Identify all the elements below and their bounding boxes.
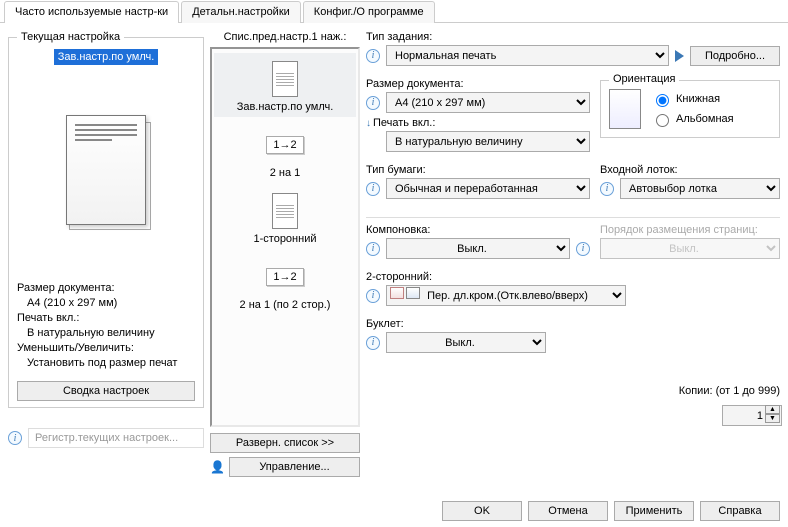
- info-icon[interactable]: i: [366, 289, 380, 303]
- info-printon-label: Печать вкл.:: [17, 311, 195, 326]
- tab-config[interactable]: Конфиг./О программе: [303, 1, 435, 23]
- preset-item-label: 2 на 1: [214, 167, 356, 179]
- paper-type-label: Тип бумаги:: [366, 164, 590, 176]
- orientation-preview-icon: [609, 89, 641, 129]
- info-icon[interactable]: i: [576, 242, 590, 256]
- preset-item-default[interactable]: Зав.настр.по умлч.: [214, 53, 356, 117]
- current-setting-legend: Текущая настройка: [17, 31, 124, 43]
- input-tray-select[interactable]: Автовыбор лотка: [620, 178, 780, 199]
- details-button[interactable]: Подробно...: [690, 46, 780, 66]
- info-scale-label: Уменьшить/Увеличить:: [17, 341, 195, 356]
- info-printon-value: В натуральную величину: [17, 326, 195, 341]
- settings-summary-button[interactable]: Сводка настроек: [17, 381, 195, 401]
- paper-type-select[interactable]: Обычная и переработанная: [386, 178, 590, 199]
- preset-list[interactable]: Зав.настр.по умлч. 1→2 2 на 1 1-сторонни…: [210, 47, 360, 427]
- ok-button[interactable]: OK: [442, 501, 522, 521]
- preset-list-title: Спис.пред.настр.1 наж.:: [210, 31, 360, 43]
- expand-list-button[interactable]: Разверн. список >>: [210, 433, 360, 453]
- info-icon[interactable]: i: [600, 182, 614, 196]
- job-type-label: Тип задания:: [366, 31, 780, 43]
- tab-frequent[interactable]: Часто используемые настр-ки: [4, 1, 179, 23]
- preset-item-2on1[interactable]: 1→2 2 на 1: [214, 119, 356, 183]
- page-order-select: Выкл.: [600, 238, 780, 259]
- info-docsize-label: Размер документа:: [17, 281, 195, 296]
- booklet-select[interactable]: Выкл.: [386, 332, 546, 353]
- page-preview: [17, 65, 195, 275]
- current-setting-group: Текущая настройка Зав.настр.по умлч. Раз…: [8, 31, 204, 408]
- print-on-select[interactable]: В натуральную величину: [386, 131, 590, 152]
- layout-label: Компоновка:: [366, 224, 590, 236]
- orientation-group: Ориентация Книжная Альбомная: [600, 80, 780, 138]
- duplex-label: 2-сторонний:: [366, 271, 780, 283]
- tab-detail[interactable]: Детальн.настройки: [181, 1, 301, 23]
- orientation-portrait[interactable]: Книжная: [651, 91, 734, 107]
- info-scale-value: Установить под размер печат: [17, 356, 195, 371]
- doc-size-select[interactable]: A4 (210 x 297 мм): [386, 92, 590, 113]
- cancel-button[interactable]: Отмена: [528, 501, 608, 521]
- orientation-landscape[interactable]: Альбомная: [651, 111, 734, 127]
- current-preset-name: Зав.настр.по умлч.: [54, 49, 159, 65]
- booklet-label: Буклет:: [366, 318, 780, 330]
- preset-item-label: 1-сторонний: [214, 233, 356, 245]
- copies-spin-up[interactable]: ▲: [765, 405, 780, 414]
- info-icon[interactable]: i: [366, 336, 380, 350]
- preset-item-2on1-2sided[interactable]: 1→2 2 на 1 (по 2 стор.): [214, 251, 356, 315]
- page-order-label: Порядок размещения страниц:: [600, 224, 780, 236]
- user-icon: 👤: [210, 460, 225, 474]
- preset-item-label: 2 на 1 (по 2 стор.): [214, 299, 356, 311]
- info-icon[interactable]: i: [366, 49, 380, 63]
- doc-size-label: Размер документа:: [366, 78, 590, 90]
- manage-button[interactable]: Управление...: [229, 457, 360, 477]
- info-icon[interactable]: i: [8, 431, 22, 445]
- preset-item-1sided[interactable]: 1-сторонний: [214, 185, 356, 249]
- arrow-down-icon: ↓: [366, 118, 371, 129]
- help-button[interactable]: Справка: [700, 501, 780, 521]
- apply-button[interactable]: Применить: [614, 501, 694, 521]
- info-docsize-value: A4 (210 x 297 мм): [17, 296, 195, 311]
- orientation-legend: Ориентация: [609, 73, 679, 85]
- copies-label: Копии: (от 1 до 999): [679, 385, 780, 397]
- job-type-select[interactable]: Нормальная печать: [386, 45, 669, 66]
- info-icon[interactable]: i: [366, 182, 380, 196]
- info-icon[interactable]: i: [366, 96, 380, 110]
- duplex-select[interactable]: [386, 285, 626, 306]
- preset-item-label: Зав.настр.по умлч.: [214, 101, 356, 113]
- copies-spin-down[interactable]: ▼: [765, 414, 780, 423]
- layout-select[interactable]: Выкл.: [386, 238, 570, 259]
- input-tray-label: Входной лоток:: [600, 164, 780, 176]
- info-icon[interactable]: i: [366, 242, 380, 256]
- play-icon[interactable]: [675, 50, 684, 62]
- register-settings-button[interactable]: Регистр.текущих настроек...: [28, 428, 204, 448]
- print-on-label: Печать вкл.:: [373, 117, 435, 129]
